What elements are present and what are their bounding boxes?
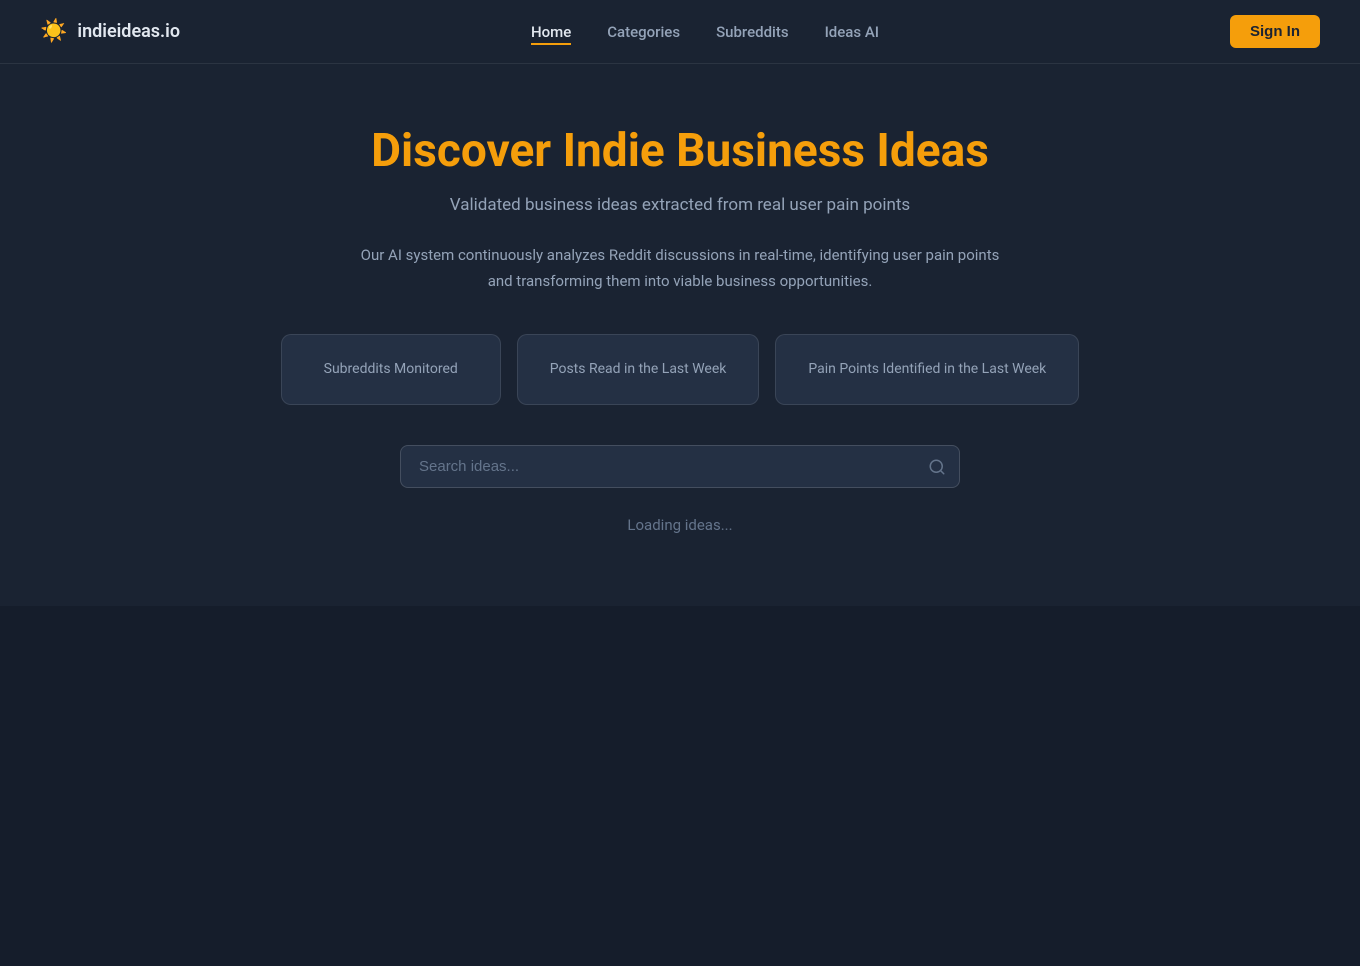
hero-description: Our AI system continuously analyzes Redd… bbox=[350, 243, 1010, 294]
stat-card-posts: Posts Read in the Last Week bbox=[517, 334, 760, 405]
search-container bbox=[400, 445, 960, 488]
hero-title: Discover Indie Business Ideas bbox=[40, 124, 1320, 179]
nav-link-subreddits[interactable]: Subreddits bbox=[716, 19, 789, 45]
search-button[interactable] bbox=[928, 458, 946, 476]
brand-name: indieideas.io bbox=[77, 21, 180, 42]
search-icon bbox=[928, 458, 946, 476]
nav-link-home[interactable]: Home bbox=[531, 19, 571, 45]
nav-links: Home Categories Subreddits Ideas AI bbox=[531, 19, 879, 45]
brand-icon: ☀️ bbox=[40, 19, 67, 44]
navbar: ☀️ indieideas.io Home Categories Subredd… bbox=[0, 0, 1360, 64]
brand-logo[interactable]: ☀️ indieideas.io bbox=[40, 19, 180, 44]
loading-text: Loading ideas... bbox=[40, 516, 1320, 534]
nav-right: Sign In bbox=[1230, 15, 1320, 48]
stat-label-subreddits: Subreddits Monitored bbox=[314, 359, 468, 380]
stat-card-pain-points: Pain Points Identified in the Last Week bbox=[775, 334, 1079, 405]
search-input[interactable] bbox=[400, 445, 960, 488]
signin-button[interactable]: Sign In bbox=[1230, 15, 1320, 48]
hero-subtitle: Validated business ideas extracted from … bbox=[40, 195, 1320, 215]
hero-section: Discover Indie Business Ideas Validated … bbox=[0, 64, 1360, 606]
bottom-panel bbox=[0, 606, 1360, 966]
search-wrapper bbox=[40, 445, 1320, 488]
nav-link-categories[interactable]: Categories bbox=[607, 19, 680, 45]
stats-row: Subreddits Monitored Posts Read in the L… bbox=[40, 334, 1320, 405]
stat-card-subreddits: Subreddits Monitored bbox=[281, 334, 501, 405]
nav-link-ideas-ai[interactable]: Ideas AI bbox=[825, 19, 879, 45]
stat-label-posts: Posts Read in the Last Week bbox=[550, 359, 727, 380]
stat-label-pain-points: Pain Points Identified in the Last Week bbox=[808, 359, 1046, 380]
